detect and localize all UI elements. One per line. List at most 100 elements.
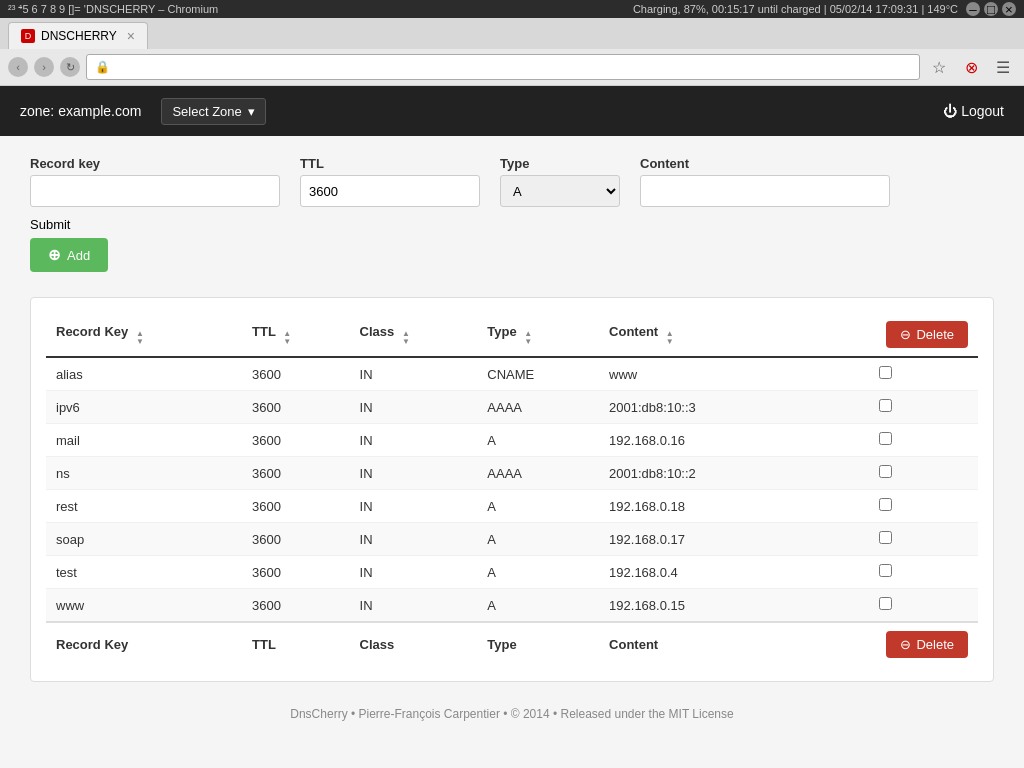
table-row: soap 3600 IN A 192.168.0.17: [46, 523, 978, 556]
cell-ttl: 3600: [242, 457, 350, 490]
table-row: rest 3600 IN A 192.168.0.18: [46, 490, 978, 523]
cell-class: IN: [350, 523, 478, 556]
menu-button[interactable]: ☰: [990, 54, 1016, 80]
cell-checkbox: [793, 490, 978, 523]
content-input[interactable]: [640, 175, 890, 207]
cell-content: 192.168.0.15: [599, 589, 793, 623]
table-row: mail 3600 IN A 192.168.0.16: [46, 424, 978, 457]
type-select[interactable]: A AAAA CNAME MX NS PTR SOA SRV TXT: [500, 175, 620, 207]
lock-icon: 🔒: [95, 60, 110, 74]
cell-content: 192.168.0.16: [599, 424, 793, 457]
records-table: Record Key ▲▼ TTL ▲▼ Class ▲▼ Type ▲▼: [46, 313, 978, 666]
row-checkbox[interactable]: [879, 597, 892, 610]
row-checkbox[interactable]: [879, 366, 892, 379]
table-body: alias 3600 IN CNAME www ipv6 3600 IN AAA…: [46, 357, 978, 622]
cell-ttl: 3600: [242, 589, 350, 623]
add-label: Add: [67, 248, 90, 263]
cell-record-key: ipv6: [46, 391, 242, 424]
type-label: Type: [500, 156, 620, 171]
tab-bar: D DNSCHERRY ×: [0, 18, 1024, 49]
cell-type: A: [477, 523, 599, 556]
forward-button[interactable]: ›: [34, 57, 54, 77]
content-label: Content: [640, 156, 890, 171]
table-row: test 3600 IN A 192.168.0.4: [46, 556, 978, 589]
footer-type: Type: [477, 622, 599, 666]
favicon: D: [21, 29, 35, 43]
cell-record-key: rest: [46, 490, 242, 523]
cell-checkbox: [793, 391, 978, 424]
row-checkbox[interactable]: [879, 465, 892, 478]
sort-arrows-type: ▲▼: [524, 330, 532, 346]
select-zone-dropdown[interactable]: Select Zone ▾: [161, 98, 265, 125]
tab-close-icon[interactable]: ×: [127, 28, 135, 44]
cell-class: IN: [350, 490, 478, 523]
back-button[interactable]: ‹: [8, 57, 28, 77]
row-checkbox[interactable]: [879, 432, 892, 445]
cell-checkbox: [793, 357, 978, 391]
page-footer: DnsCherry • Pierre-François Carpentier •…: [30, 692, 994, 736]
cell-record-key: alias: [46, 357, 242, 391]
delete-button-bottom[interactable]: ⊖ Delete: [886, 631, 968, 658]
url-input[interactable]: dnscherry:8080: [114, 60, 911, 75]
reload-button[interactable]: ↻: [60, 57, 80, 77]
cell-class: IN: [350, 556, 478, 589]
zone-label: zone: example.com: [20, 103, 141, 119]
col-content[interactable]: Content ▲▼: [599, 313, 793, 357]
cell-checkbox: [793, 556, 978, 589]
cell-record-key: www: [46, 589, 242, 623]
plus-icon: ⊕: [48, 246, 61, 264]
row-checkbox[interactable]: [879, 399, 892, 412]
table-row: ipv6 3600 IN AAAA 2001:db8:10::3: [46, 391, 978, 424]
browser-tab[interactable]: D DNSCHERRY ×: [8, 22, 148, 49]
add-record-form: Record key TTL Type A AAAA CNAME MX NS P…: [30, 156, 994, 207]
records-table-section: Record Key ▲▼ TTL ▲▼ Class ▲▼ Type ▲▼: [30, 297, 994, 682]
close-button[interactable]: ×: [1002, 2, 1016, 16]
logout-button[interactable]: ⏻ Logout: [943, 103, 1004, 119]
content-group: Content: [640, 156, 890, 207]
cell-content: 192.168.0.4: [599, 556, 793, 589]
maximize-button[interactable]: □: [984, 2, 998, 16]
cell-record-key: soap: [46, 523, 242, 556]
record-key-group: Record key: [30, 156, 280, 207]
add-button[interactable]: ⊕ Add: [30, 238, 108, 272]
select-zone-label: Select Zone: [172, 104, 241, 119]
bookmark-button[interactable]: ☆: [926, 54, 952, 80]
table-row: ns 3600 IN AAAA 2001:db8:10::2: [46, 457, 978, 490]
delete-button-top[interactable]: ⊖ Delete: [886, 321, 968, 348]
cell-record-key: mail: [46, 424, 242, 457]
cell-class: IN: [350, 357, 478, 391]
footer-content: Content: [599, 622, 793, 666]
address-bar: 🔒 dnscherry:8080: [86, 54, 920, 80]
delete-icon-bottom: ⊖: [900, 637, 911, 652]
power-icon: ⏻: [943, 103, 957, 119]
row-checkbox[interactable]: [879, 564, 892, 577]
cell-class: IN: [350, 589, 478, 623]
ttl-input[interactable]: [300, 175, 480, 207]
delete-label-bottom: Delete: [916, 637, 954, 652]
row-checkbox[interactable]: [879, 531, 892, 544]
col-type[interactable]: Type ▲▼: [477, 313, 599, 357]
minimize-button[interactable]: –: [966, 2, 980, 16]
browser-titlebar: ²³ ⁴5 6 7 8 9 []= 'DNSCHERRY – Chromium …: [0, 0, 1024, 18]
row-checkbox[interactable]: [879, 498, 892, 511]
ttl-group: TTL: [300, 156, 480, 207]
footer-record-key: Record Key: [46, 622, 242, 666]
cell-ttl: 3600: [242, 490, 350, 523]
record-key-input[interactable]: [30, 175, 280, 207]
cell-checkbox: [793, 457, 978, 490]
ttl-label: TTL: [300, 156, 480, 171]
col-class[interactable]: Class ▲▼: [350, 313, 478, 357]
sort-arrows-class: ▲▼: [402, 330, 410, 346]
titlebar-text: ²³ ⁴5 6 7 8 9 []= 'DNSCHERRY – Chromium: [8, 3, 218, 16]
col-ttl[interactable]: TTL ▲▼: [242, 313, 350, 357]
record-key-label: Record key: [30, 156, 280, 171]
submit-section: Submit ⊕ Add: [30, 217, 994, 272]
exit-button[interactable]: ⊗: [958, 54, 984, 80]
col-record-key[interactable]: Record Key ▲▼: [46, 313, 242, 357]
cell-type: AAAA: [477, 457, 599, 490]
table-header-row: Record Key ▲▼ TTL ▲▼ Class ▲▼ Type ▲▼: [46, 313, 978, 357]
dropdown-arrow-icon: ▾: [248, 104, 255, 119]
sort-arrows-record-key: ▲▼: [136, 330, 144, 346]
cell-type: CNAME: [477, 357, 599, 391]
logout-label: Logout: [961, 103, 1004, 119]
